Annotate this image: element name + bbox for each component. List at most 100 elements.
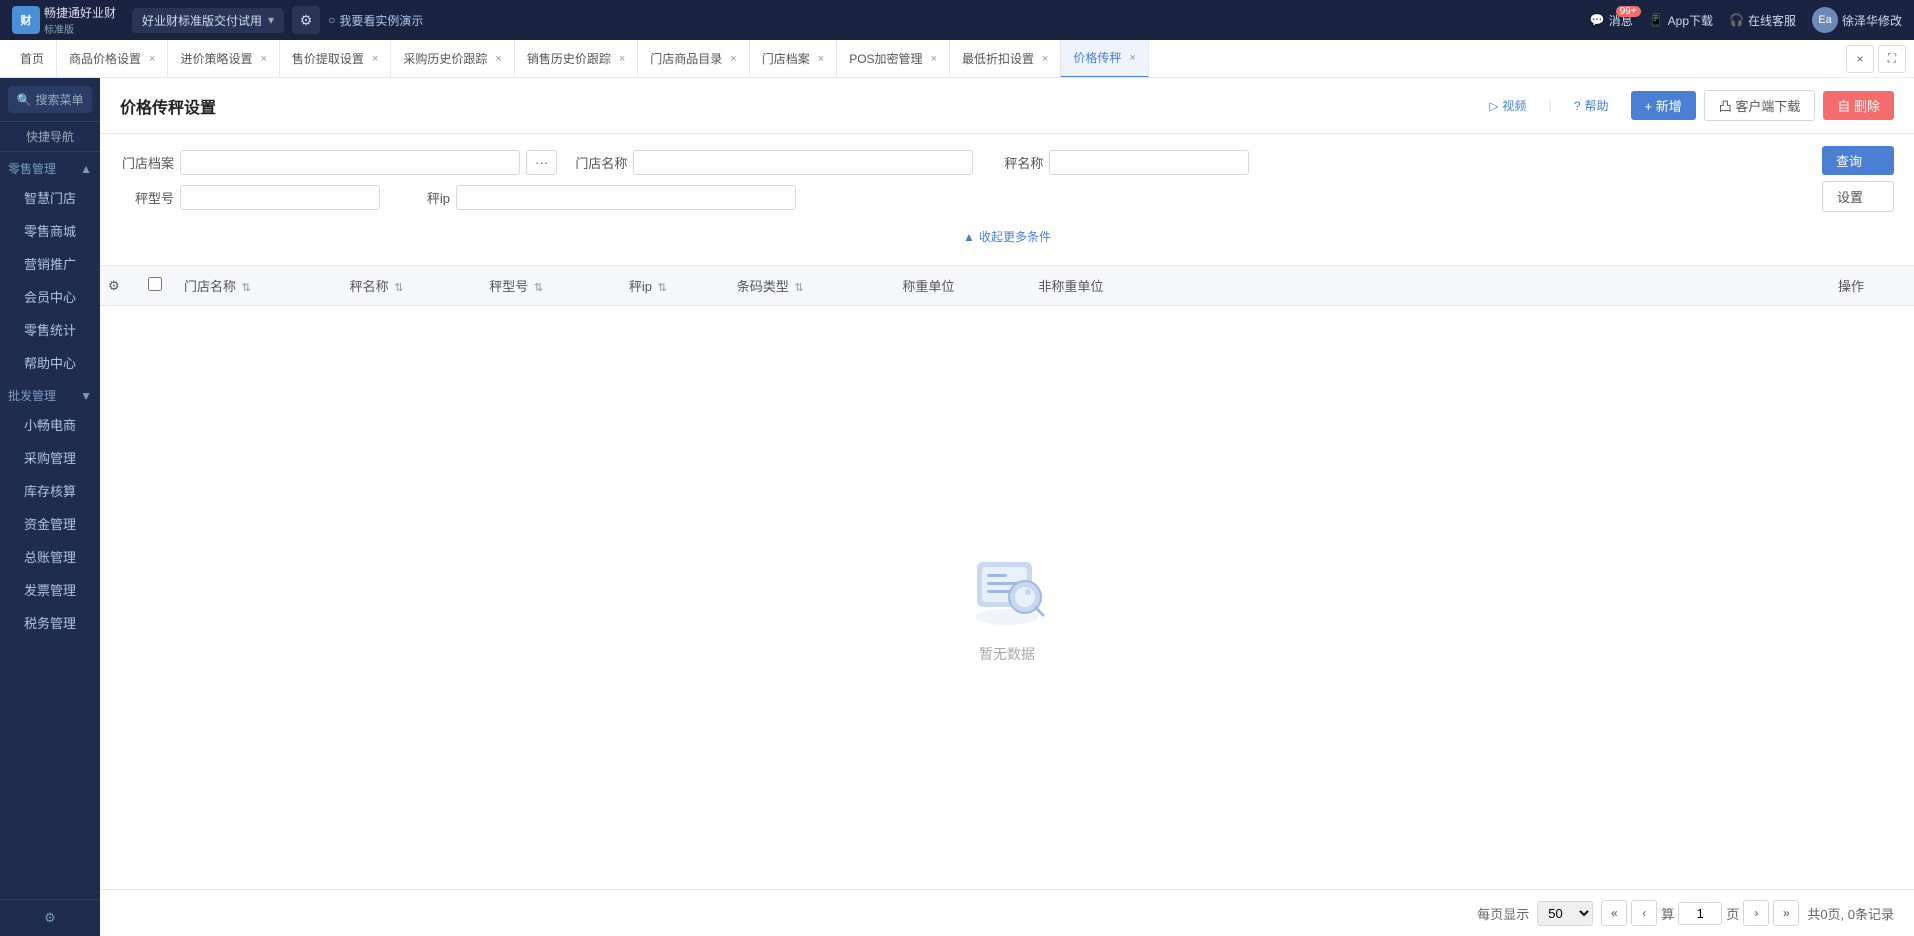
close-icon[interactable]: × — [1042, 53, 1048, 65]
logo-icon: 财 — [12, 6, 40, 34]
page-input[interactable] — [1678, 902, 1722, 925]
tab-price-scale[interactable]: 价格传秤 × — [1061, 40, 1148, 78]
sidebar-item-retail-mall[interactable]: 零售商城 — [0, 214, 100, 247]
settings-icon[interactable]: ⚙ — [108, 278, 120, 293]
sidebar-settings-btn[interactable]: ⚙ — [0, 899, 100, 936]
download-client-btn[interactable]: 凸 客户端下载 — [1704, 90, 1816, 121]
store-file-input[interactable] — [180, 150, 520, 175]
close-icon[interactable]: × — [495, 53, 501, 65]
collapse-btn-label: 收起更多条件 — [979, 228, 1051, 245]
messages-btn[interactable]: 💬 消息 99+ — [1590, 12, 1633, 29]
close-icon[interactable]: × — [730, 53, 736, 65]
th-store-name: 门店名称 ⇅ — [176, 266, 342, 306]
sidebar-item-member[interactable]: 会员中心 — [0, 280, 100, 313]
close-icon[interactable]: × — [818, 53, 824, 65]
scale-name-field: 秤名称 — [989, 150, 1249, 175]
empty-state: 暂无数据 — [100, 306, 1914, 889]
quick-nav-btn[interactable]: 快捷导航 — [0, 122, 100, 152]
close-icon[interactable]: × — [372, 53, 378, 65]
close-icon[interactable]: × — [619, 53, 625, 65]
sidebar-item-purchase[interactable]: 采购管理 — [0, 441, 100, 474]
tab-sales-history[interactable]: 销售历史价跟踪 × — [515, 40, 638, 78]
prev-page-btn[interactable]: ‹ — [1631, 900, 1657, 926]
sort-icon[interactable]: ⇅ — [534, 282, 543, 294]
sidebar-item-invoice[interactable]: 发票管理 — [0, 573, 100, 606]
tab-pos[interactable]: POS加密管理 × — [837, 40, 950, 78]
sort-icon[interactable]: ⇅ — [394, 282, 403, 294]
per-page-select[interactable]: 20 50 100 200 — [1537, 901, 1593, 926]
tab-store-catalog[interactable]: 门店商品目录 × — [638, 40, 749, 78]
tab-home[interactable]: 首页 — [8, 40, 57, 78]
top-bar: 财 畅捷通好业财 标准版 好业财标准版交付试用 ▾ ⚙ ○ 我要看实例演示 💬 … — [0, 0, 1914, 40]
sidebar-item-retail-stats[interactable]: 零售统计 — [0, 313, 100, 346]
settings-icon-btn[interactable]: ⚙ — [292, 6, 320, 34]
tab-min-discount[interactable]: 最低折扣设置 × — [950, 40, 1061, 78]
sidebar-item-smart-store[interactable]: 智慧门店 — [0, 181, 100, 214]
search-menu-btn[interactable]: 🔍 搜索菜单 — [8, 86, 92, 113]
user-profile-btn[interactable]: Ea 徐泽华修改 — [1812, 7, 1902, 33]
first-page-btn[interactable]: « — [1601, 900, 1627, 926]
sidebar-item-tax[interactable]: 税务管理 — [0, 606, 100, 639]
quick-nav-label: 快捷导航 — [26, 130, 74, 144]
chevron-down-icon: ▼ — [80, 389, 92, 403]
settings-search-btn[interactable]: 设置 — [1822, 181, 1894, 212]
next-page-btn[interactable]: › — [1743, 900, 1769, 926]
sidebar-section-retail[interactable]: 零售管理 ▲ — [0, 152, 100, 181]
avatar: Ea — [1812, 7, 1838, 33]
scale-name-input[interactable] — [1049, 150, 1249, 175]
sidebar-item-ledger[interactable]: 总账管理 — [0, 540, 100, 573]
app-download-btn[interactable]: 📱 App下载 — [1649, 12, 1713, 29]
close-icon[interactable]: × — [149, 53, 155, 65]
store-name-input[interactable] — [633, 150, 973, 175]
scale-model-input[interactable] — [180, 185, 380, 210]
sort-icon[interactable]: ⇅ — [658, 282, 667, 294]
tab-sale-price[interactable]: 售价提取设置 × — [280, 40, 391, 78]
tab-purchase-strategy[interactable]: 进价策略设置 × — [168, 40, 279, 78]
select-all-checkbox[interactable] — [148, 277, 162, 291]
tab-bar: 首页 商品价格设置 × 进价策略设置 × 售价提取设置 × 采购历史价跟踪 × … — [0, 40, 1914, 78]
sidebar-item-ecommerce[interactable]: 小畅电商 — [0, 408, 100, 441]
close-icon[interactable]: × — [1129, 52, 1135, 64]
add-btn[interactable]: + 新增 — [1631, 91, 1696, 120]
sidebar-item-marketing[interactable]: 营销推广 — [0, 247, 100, 280]
search-icon: 🔍 — [17, 93, 32, 107]
sidebar-item-inventory[interactable]: 库存核算 — [0, 474, 100, 507]
sort-icon[interactable]: ⇅ — [242, 282, 251, 294]
sidebar-item-help[interactable]: 帮助中心 — [0, 346, 100, 379]
query-btn[interactable]: 查询 — [1822, 146, 1894, 175]
collapse-btn[interactable]: ▲ 收起更多条件 — [947, 224, 1067, 249]
sort-icon[interactable]: ⇅ — [794, 282, 803, 294]
tab-store-file[interactable]: 门店档案 × — [750, 40, 837, 78]
online-service-btn[interactable]: 🎧 在线客服 — [1729, 12, 1796, 29]
delete-btn[interactable]: 自 删除 — [1823, 91, 1894, 120]
message-icon: 💬 — [1590, 13, 1605, 27]
sidebar-section-wholesale[interactable]: 批发管理 ▼ — [0, 379, 100, 408]
table-area: ⚙ 门店名称 ⇅ 秤名称 ⇅ — [100, 266, 1914, 889]
total-info: 共0页, 0条记录 — [1807, 904, 1894, 923]
store-file-field: 门店档案 ··· — [120, 150, 557, 175]
search-row-1: 门店档案 ··· 门店名称 秤名称 — [120, 150, 1894, 175]
store-file-select-btn[interactable]: ··· — [526, 150, 557, 175]
scale-ip-input[interactable] — [456, 185, 796, 210]
empty-text: 暂无数据 — [979, 644, 1035, 664]
app-download-label: App下载 — [1668, 12, 1713, 29]
demo-link[interactable]: ○ 我要看实例演示 — [328, 12, 423, 29]
scale-model-field: 秤型号 — [120, 185, 380, 210]
sidebar-item-finance[interactable]: 资金管理 — [0, 507, 100, 540]
tab-purchase-history[interactable]: 采购历史价跟踪 × — [391, 40, 514, 78]
tab-expand-btn[interactable]: ⛶ — [1878, 45, 1906, 73]
page-header: 价格传秤设置 ▷ 视频 | ? 帮助 + 新增 凸 客户端下载 自 — [100, 78, 1914, 134]
tab-goods-price[interactable]: 商品价格设置 × — [57, 40, 168, 78]
collapse-row: ▲ 收起更多条件 — [120, 220, 1894, 257]
video-icon: ▷ — [1489, 99, 1498, 113]
tab-close-btn[interactable]: × — [1846, 45, 1874, 73]
close-icon[interactable]: × — [931, 53, 937, 65]
close-icon[interactable]: × — [260, 53, 266, 65]
last-page-btn[interactable]: » — [1773, 900, 1799, 926]
th-barcode-type: 条码类型 ⇅ — [729, 266, 895, 306]
video-btn[interactable]: ▷ 视频 — [1475, 92, 1540, 119]
help-btn[interactable]: ? 帮助 — [1560, 92, 1623, 119]
app-icon: 📱 — [1649, 13, 1664, 27]
version-selector[interactable]: 好业财标准版交付试用 ▾ — [132, 8, 284, 33]
page-nav: « ‹ 算 页 › » — [1601, 900, 1799, 926]
